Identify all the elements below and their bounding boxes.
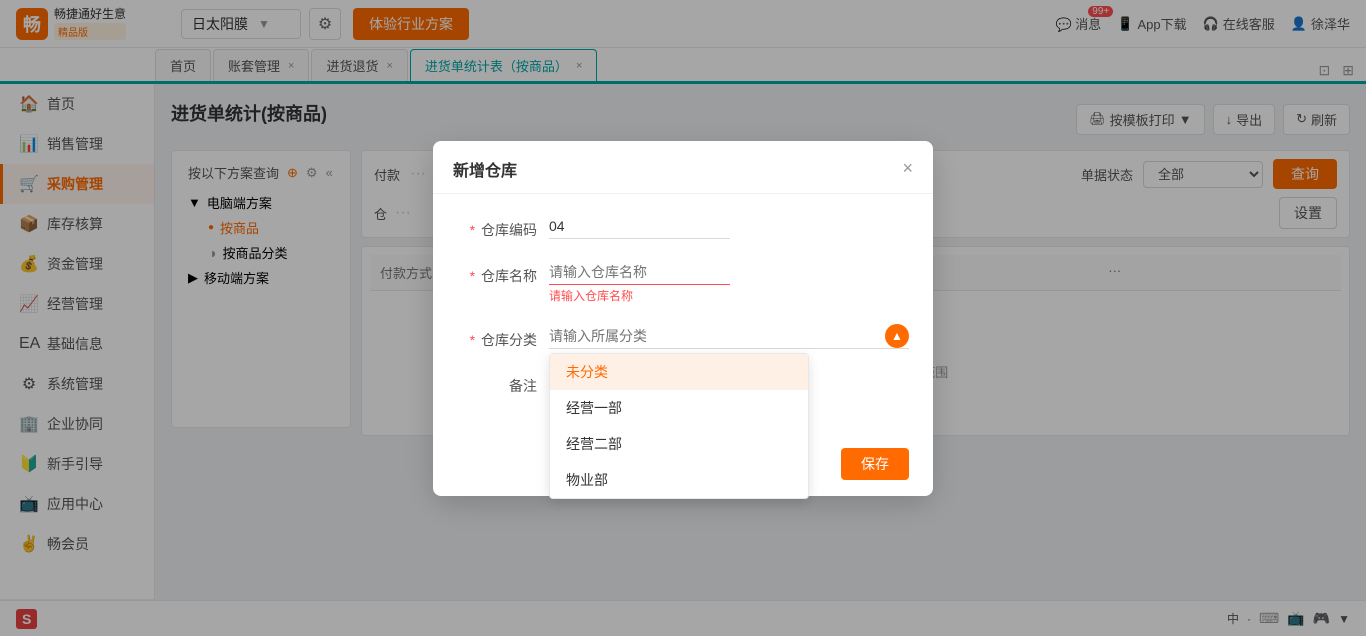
modal-add-warehouse: 新增仓库 × * 仓库编码 * 仓库名称 (433, 141, 933, 496)
modal-close-button[interactable]: × (902, 158, 913, 179)
name-input[interactable] (549, 260, 730, 285)
category-label: * 仓库分类 (457, 324, 537, 350)
modal-overlay: 新增仓库 × * 仓库编码 * 仓库名称 (0, 0, 1366, 636)
dropdown-item-2[interactable]: 经营二部 (550, 426, 808, 462)
dropdown-item-3[interactable]: 物业部 (550, 462, 808, 498)
code-label: * 仓库编码 (457, 214, 537, 240)
required-star-name: * (470, 268, 475, 284)
category-label-text: 仓库分类 (481, 332, 537, 348)
dropdown-item-0[interactable]: 未分类 (550, 354, 808, 390)
code-input[interactable] (549, 214, 730, 239)
form-row-name: * 仓库名称 请输入仓库名称 (457, 260, 909, 304)
remark-label: 备注 (457, 370, 537, 396)
required-star-category: * (470, 332, 475, 348)
name-label-text: 仓库名称 (481, 268, 537, 284)
category-select-wrapper: ▲ 未分类 经营一部 经营二部 物业部 (549, 324, 909, 349)
category-dropdown-btn[interactable]: ▲ (885, 324, 909, 348)
modal-title: 新增仓库 (453, 157, 517, 181)
form-row-code: * 仓库编码 (457, 214, 909, 240)
category-dropdown-list: 未分类 经营一部 经营二部 物业部 (549, 353, 809, 499)
name-error-msg: 请输入仓库名称 (549, 287, 909, 304)
modal-header: 新增仓库 × (433, 141, 933, 194)
code-input-wrapper (549, 214, 909, 239)
modal-body: * 仓库编码 * 仓库名称 请输入仓库名称 (433, 194, 933, 436)
name-input-wrapper: 请输入仓库名称 (549, 260, 909, 304)
dropdown-item-1[interactable]: 经营一部 (550, 390, 808, 426)
name-label: * 仓库名称 (457, 260, 537, 286)
save-button[interactable]: 保存 (841, 448, 909, 480)
form-row-category: * 仓库分类 ▲ 未分类 经营一部 经营二部 物业部 (457, 324, 909, 350)
code-label-text: 仓库编码 (481, 222, 537, 238)
category-input[interactable] (549, 324, 909, 349)
required-star-code: * (470, 222, 475, 238)
